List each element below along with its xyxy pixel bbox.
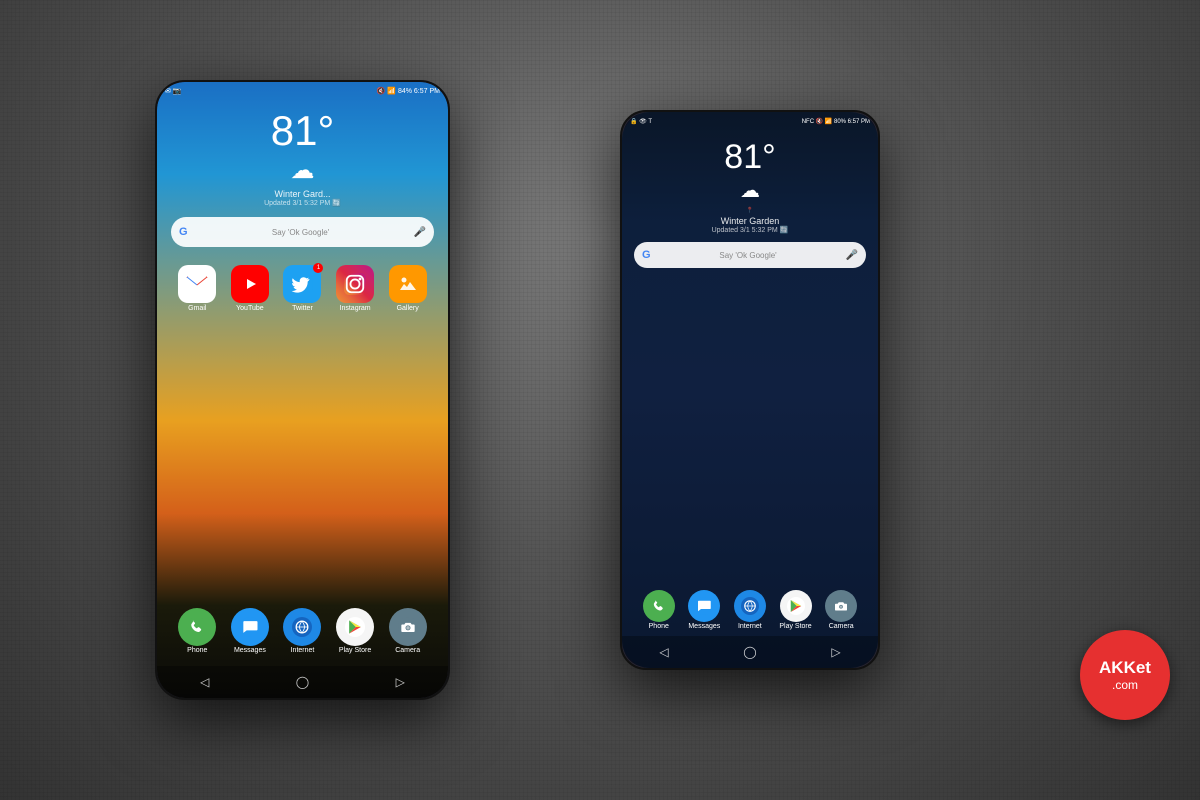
playstore-dock-left[interactable]: Play Store xyxy=(336,608,374,654)
weather-temp-right: 81° xyxy=(622,140,878,174)
messages-dock-label-right: Messages xyxy=(688,623,720,630)
search-placeholder-right: Say 'Ok Google' xyxy=(655,251,842,260)
messages-dock-icon-left xyxy=(231,608,269,646)
twitter-label: Twitter xyxy=(292,305,313,312)
twitter-app[interactable]: 1 Twitter xyxy=(283,265,321,312)
nav-bar-right: ◁ ◯ ▷ xyxy=(622,636,878,668)
search-bar-left[interactable]: G Say 'Ok Google' 🎤 xyxy=(171,217,434,247)
dock-right: Phone Messages Internet xyxy=(622,584,878,636)
camera-dock-label-left: Camera xyxy=(395,647,420,654)
youtube-icon xyxy=(231,265,269,303)
playstore-dock-label-left: Play Store xyxy=(339,647,371,654)
search-placeholder-left: Say 'Ok Google' xyxy=(192,228,410,237)
gallery-label: Gallery xyxy=(397,305,419,312)
messages-dock-left[interactable]: Messages xyxy=(231,608,269,654)
weather-icon-right: ☁ xyxy=(622,178,878,203)
youtube-app[interactable]: YouTube xyxy=(231,265,269,312)
instagram-icon xyxy=(336,265,374,303)
youtube-label: YouTube xyxy=(236,305,264,312)
search-bar-right[interactable]: G Say 'Ok Google' 🎤 xyxy=(634,242,866,268)
camera-dock-right[interactable]: Camera xyxy=(825,590,857,630)
weather-updated-left: Updated 3/1 5:32 PM 🔄 xyxy=(157,199,448,207)
mic-icon-right: 🎤 xyxy=(846,250,858,261)
camera-dock-icon-left xyxy=(389,608,427,646)
playstore-dock-right[interactable]: Play Store xyxy=(779,590,811,630)
weather-location-left: Winter Gard... xyxy=(157,189,448,199)
recent-btn-left[interactable]: ▷ xyxy=(396,675,405,689)
gmail-label: Gmail xyxy=(188,305,206,312)
phone-dock-right[interactable]: Phone xyxy=(643,590,675,630)
instagram-label: Instagram xyxy=(340,305,371,312)
twitter-badge: 1 xyxy=(313,263,323,273)
instagram-app[interactable]: Instagram xyxy=(336,265,374,312)
phone-dock-label-right: Phone xyxy=(649,623,669,630)
phone-right: 🔒 👁 T NFC 🔇 📶 80% 6:57 PM 81° ☁ 📍 Winter… xyxy=(620,110,880,670)
weather-widget-right: 81° ☁ 📍 Winter Garden Updated 3/1 5:32 P… xyxy=(622,140,878,234)
back-btn-left[interactable]: ◁ xyxy=(200,675,209,689)
akket-text: AKKet xyxy=(1099,658,1151,678)
twitter-icon: 1 xyxy=(283,265,321,303)
playstore-dock-icon-right xyxy=(780,590,812,622)
camera-dock-icon-right xyxy=(825,590,857,622)
mic-icon-left: 🎤 xyxy=(414,227,426,238)
status-bar-left: ✉ 📷 🔇 📶 84% 6:57 PM xyxy=(157,82,448,100)
messages-dock-icon-right xyxy=(688,590,720,622)
status-bar-right: 🔒 👁 T NFC 🔇 📶 80% 6:57 PM xyxy=(622,112,878,130)
akket-dotcom: .com xyxy=(1112,678,1138,692)
messages-dock-right[interactable]: Messages xyxy=(688,590,720,630)
playstore-dock-icon-left xyxy=(336,608,374,646)
scene: ✉ 📷 🔇 📶 84% 6:57 PM 81° ☁ Winter Gard...… xyxy=(0,0,1200,800)
nav-bar-left: ◁ ◯ ▷ xyxy=(157,666,448,698)
google-g-right: G xyxy=(642,249,651,261)
weather-location-right: Winter Garden xyxy=(622,216,878,226)
weather-icon-left: ☁ xyxy=(157,156,448,185)
phone-dock-icon-right xyxy=(643,590,675,622)
playstore-dock-label-right: Play Store xyxy=(779,623,811,630)
akket-logo: AKKet .com xyxy=(1080,630,1170,720)
google-g-left: G xyxy=(179,226,188,238)
recent-btn-right[interactable]: ▷ xyxy=(831,645,840,659)
home-btn-right[interactable]: ◯ xyxy=(743,645,756,659)
weather-widget-left: 81° ☁ Winter Gard... Updated 3/1 5:32 PM… xyxy=(157,110,448,207)
messages-dock-label-left: Messages xyxy=(234,647,266,654)
weather-temp-left: 81° xyxy=(157,110,448,152)
internet-dock-label-left: Internet xyxy=(291,647,315,654)
status-left-icons-right: 🔒 👁 T xyxy=(630,118,652,125)
phone-dock-label-left: Phone xyxy=(187,647,207,654)
home-btn-left[interactable]: ◯ xyxy=(296,675,309,689)
status-left-icons: ✉ 📷 xyxy=(165,87,182,95)
app-grid-left: Gmail YouTube 1 Twitter xyxy=(157,257,448,320)
gallery-app[interactable]: Gallery xyxy=(389,265,427,312)
weather-updated-right: Updated 3/1 5:32 PM 🔄 xyxy=(622,226,878,234)
internet-dock-icon-left xyxy=(283,608,321,646)
gmail-app[interactable]: Gmail xyxy=(178,265,216,312)
internet-dock-right[interactable]: Internet xyxy=(734,590,766,630)
screen-left: ✉ 📷 🔇 📶 84% 6:57 PM 81° ☁ Winter Gard...… xyxy=(157,82,448,698)
phone-left: ✉ 📷 🔇 📶 84% 6:57 PM 81° ☁ Winter Gard...… xyxy=(155,80,450,700)
camera-dock-label-right: Camera xyxy=(829,623,854,630)
dock-left: Phone Messages Internet xyxy=(157,602,448,660)
camera-dock-left[interactable]: Camera xyxy=(389,608,427,654)
gmail-icon xyxy=(178,265,216,303)
internet-dock-left[interactable]: Internet xyxy=(283,608,321,654)
status-right-left: 🔇 📶 84% 6:57 PM xyxy=(377,87,440,95)
phone-dock-icon-left xyxy=(178,608,216,646)
status-right-right: NFC 🔇 📶 80% 6:57 PM xyxy=(802,118,870,125)
back-btn-right[interactable]: ◁ xyxy=(659,645,668,659)
internet-dock-icon-right xyxy=(734,590,766,622)
screen-right: 🔒 👁 T NFC 🔇 📶 80% 6:57 PM 81° ☁ 📍 Winter… xyxy=(622,112,878,668)
internet-dock-label-right: Internet xyxy=(738,623,762,630)
gallery-icon xyxy=(389,265,427,303)
phone-dock-left[interactable]: Phone xyxy=(178,608,216,654)
